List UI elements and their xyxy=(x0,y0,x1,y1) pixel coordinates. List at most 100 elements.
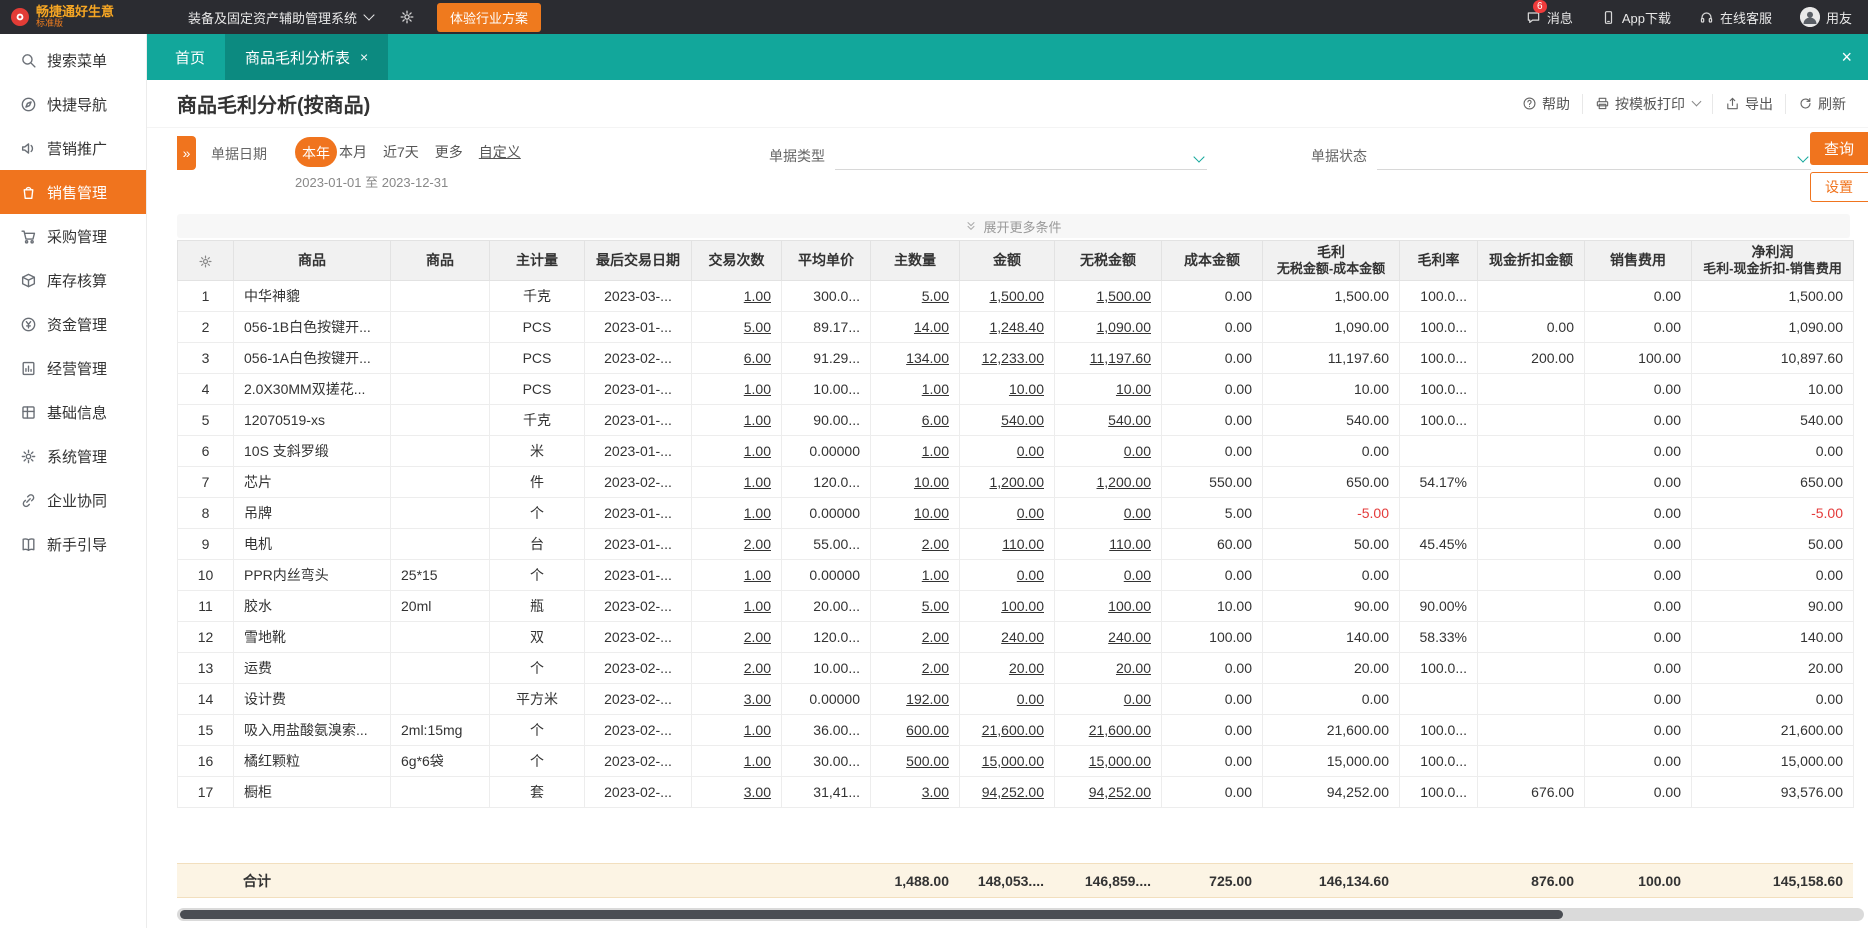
cell-amount[interactable]: 10.00 xyxy=(959,373,1055,405)
cell-tax_free[interactable]: 15,000.00 xyxy=(1054,745,1162,777)
sidebar-item-coin[interactable]: 资金管理 xyxy=(0,302,146,346)
sidebar-item-search[interactable]: 搜索菜单 xyxy=(0,38,146,82)
collapse-panel-button[interactable]: » xyxy=(177,136,196,170)
cell-amount[interactable]: 100.00 xyxy=(959,590,1055,622)
cell-amount[interactable]: 0.00 xyxy=(959,683,1055,715)
column-header-net[interactable]: 净利润 毛利-现金折扣-销售费用 xyxy=(1691,240,1854,281)
cell-amount[interactable]: 0.00 xyxy=(959,559,1055,591)
column-header-spec[interactable]: 商品 xyxy=(390,240,490,281)
table-row[interactable]: 2 056-1B白色按键开... PCS 2023-01-... 5.00 89.17..… xyxy=(177,311,1854,343)
table-row[interactable]: 11 胶水 20ml 瓶 2023-02-... 1.00 20.00... 5.00 100.… xyxy=(177,590,1854,622)
column-header-tax_free[interactable]: 无税金额 xyxy=(1054,240,1162,281)
sidebar-item-chart-doc[interactable]: 经营管理 xyxy=(0,346,146,390)
column-header-name[interactable]: 商品 xyxy=(233,240,391,281)
tab-product-profit-report[interactable]: 商品毛利分析表 × xyxy=(225,34,389,80)
gear-icon[interactable] xyxy=(399,9,415,25)
sidebar-item-grid-doc[interactable]: 基础信息 xyxy=(0,390,146,434)
cell-qty[interactable]: 192.00 xyxy=(870,683,960,715)
cell-tax_free[interactable]: 11,197.60 xyxy=(1054,342,1162,374)
date-option[interactable]: 自定义 xyxy=(479,142,521,162)
cell-tax_free[interactable]: 240.00 xyxy=(1054,621,1162,653)
date-option[interactable]: 本年 xyxy=(295,137,337,167)
cell-qty[interactable]: 3.00 xyxy=(870,776,960,808)
cell-qty[interactable]: 10.00 xyxy=(870,466,960,498)
refresh-button[interactable]: 刷新 xyxy=(1785,93,1858,114)
column-header-last_date[interactable]: 最后交易日期 xyxy=(584,240,692,281)
sidebar-item-compass[interactable]: 快捷导航 xyxy=(0,82,146,126)
cell-qty[interactable]: 1.00 xyxy=(870,559,960,591)
system-selector[interactable]: 装备及固定资产辅助管理系统 xyxy=(188,8,375,27)
cell-amount[interactable]: 20.00 xyxy=(959,652,1055,684)
doc-status-select[interactable]: 单据状态 xyxy=(1311,140,1811,170)
column-header-unit[interactable]: 主计量 xyxy=(489,240,585,281)
cell-qty[interactable]: 2.00 xyxy=(870,528,960,560)
cell-times[interactable]: 2.00 xyxy=(691,652,782,684)
column-header-qty[interactable]: 主数量 xyxy=(870,240,960,281)
cell-amount[interactable]: 1,200.00 xyxy=(959,466,1055,498)
cell-tax_free[interactable]: 100.00 xyxy=(1054,590,1162,622)
horizontal-scrollbar-thumb[interactable] xyxy=(180,910,1564,919)
cell-qty[interactable]: 2.00 xyxy=(870,621,960,653)
sidebar-item-sales[interactable]: 销售管理 xyxy=(0,170,146,214)
table-row[interactable]: 9 电机台 2023-01-... 2.00 55.00... 2.00 110.00 110… xyxy=(177,528,1854,560)
cell-tax_free[interactable]: 94,252.00 xyxy=(1054,776,1162,808)
cell-qty[interactable]: 134.00 xyxy=(870,342,960,374)
close-all-tabs-icon[interactable]: × xyxy=(1841,47,1852,68)
cell-tax_free[interactable]: 1,090.00 xyxy=(1054,311,1162,343)
cell-tax_free[interactable]: 20.00 xyxy=(1054,652,1162,684)
sidebar-item-link[interactable]: 企业协同 xyxy=(0,478,146,522)
sidebar-item-book[interactable]: 新手引导 xyxy=(0,522,146,566)
cell-times[interactable]: 1.00 xyxy=(691,280,782,312)
cell-amount[interactable]: 12,233.00 xyxy=(959,342,1055,374)
app-download-button[interactable]: App下载 xyxy=(1601,8,1671,27)
print-by-template-button[interactable]: 按模板打印 xyxy=(1582,93,1712,114)
cell-qty[interactable]: 2.00 xyxy=(870,652,960,684)
column-header-margin[interactable]: 毛利率 xyxy=(1399,240,1478,281)
date-option[interactable]: 本月 xyxy=(339,142,367,162)
cell-qty[interactable]: 500.00 xyxy=(870,745,960,777)
column-settings-button[interactable] xyxy=(177,240,234,281)
table-row[interactable]: 3 056-1A白色按键开... PCS 2023-02-... 6.00 91.29..… xyxy=(177,342,1854,374)
online-service-button[interactable]: 在线客服 xyxy=(1699,8,1772,27)
doc-type-select[interactable]: 单据类型 xyxy=(769,140,1207,170)
cell-qty[interactable]: 14.00 xyxy=(870,311,960,343)
table-row[interactable]: 14 设计费 平方米 2023-02-... 3.00 0.00000 192.00 0.00… xyxy=(177,683,1854,715)
column-header-expense[interactable]: 销售费用 xyxy=(1584,240,1692,281)
settings-button[interactable]: 设置 xyxy=(1810,172,1868,202)
cell-tax_free[interactable]: 0.00 xyxy=(1054,497,1162,529)
table-row[interactable]: 6 10S 支斜罗缎米 2023-01-... 1.00 0.00000 1.00 0.00… xyxy=(177,435,1854,467)
cell-qty[interactable]: 5.00 xyxy=(870,280,960,312)
help-button[interactable]: 帮助 xyxy=(1510,94,1582,114)
cell-qty[interactable]: 10.00 xyxy=(870,497,960,529)
cell-times[interactable]: 1.00 xyxy=(691,466,782,498)
sidebar-item-cube[interactable]: 库存核算 xyxy=(0,258,146,302)
close-tab-icon[interactable]: × xyxy=(360,49,368,65)
doc-type-input[interactable] xyxy=(835,144,1207,170)
cell-times[interactable]: 1.00 xyxy=(691,497,782,529)
table-row[interactable]: 12 雪地靴双 2023-02-... 2.00 120.0... 2.00 240.00 2… xyxy=(177,621,1854,653)
column-header-cost[interactable]: 成本金额 xyxy=(1161,240,1263,281)
cell-times[interactable]: 1.00 xyxy=(691,559,782,591)
trial-solution-button[interactable]: 体验行业方案 xyxy=(437,2,542,32)
table-row[interactable]: 4 2.0X30MM双搓花... PCS 2023-01-... 1.00 10.00..… xyxy=(177,373,1854,405)
tab-home[interactable]: 首页 xyxy=(155,34,225,80)
cell-qty[interactable]: 600.00 xyxy=(870,714,960,746)
table-row[interactable]: 8 吊牌个 2023-01-... 1.00 0.00000 10.00 0.00 0.00 5… xyxy=(177,497,1854,529)
cell-amount[interactable]: 240.00 xyxy=(959,621,1055,653)
cell-tax_free[interactable]: 1,200.00 xyxy=(1054,466,1162,498)
table-row[interactable]: 1 中华神貔 千克 2023-03-... 1.00 300.0... 5.00 1,500.… xyxy=(177,280,1854,312)
cell-tax_free[interactable]: 1,500.00 xyxy=(1054,280,1162,312)
cell-times[interactable]: 2.00 xyxy=(691,621,782,653)
table-row[interactable]: 5 12070519-xs 千克 2023-01-... 1.00 90.00... 6.0… xyxy=(177,404,1854,436)
cell-qty[interactable]: 5.00 xyxy=(870,590,960,622)
cell-times[interactable]: 1.00 xyxy=(691,373,782,405)
cell-amount[interactable]: 15,000.00 xyxy=(959,745,1055,777)
table-row[interactable]: 17 橱柜套 2023-02-... 3.00 31,41... 3.00 94,252.0… xyxy=(177,776,1854,808)
cell-amount[interactable]: 1,500.00 xyxy=(959,280,1055,312)
cell-times[interactable]: 1.00 xyxy=(691,745,782,777)
column-header-profit[interactable]: 毛利 无税金额-成本金额 xyxy=(1262,240,1400,281)
date-option[interactable]: 近7天 xyxy=(383,142,419,162)
column-header-amount[interactable]: 金额 xyxy=(959,240,1055,281)
cell-tax_free[interactable]: 21,600.00 xyxy=(1054,714,1162,746)
cell-qty[interactable]: 1.00 xyxy=(870,435,960,467)
